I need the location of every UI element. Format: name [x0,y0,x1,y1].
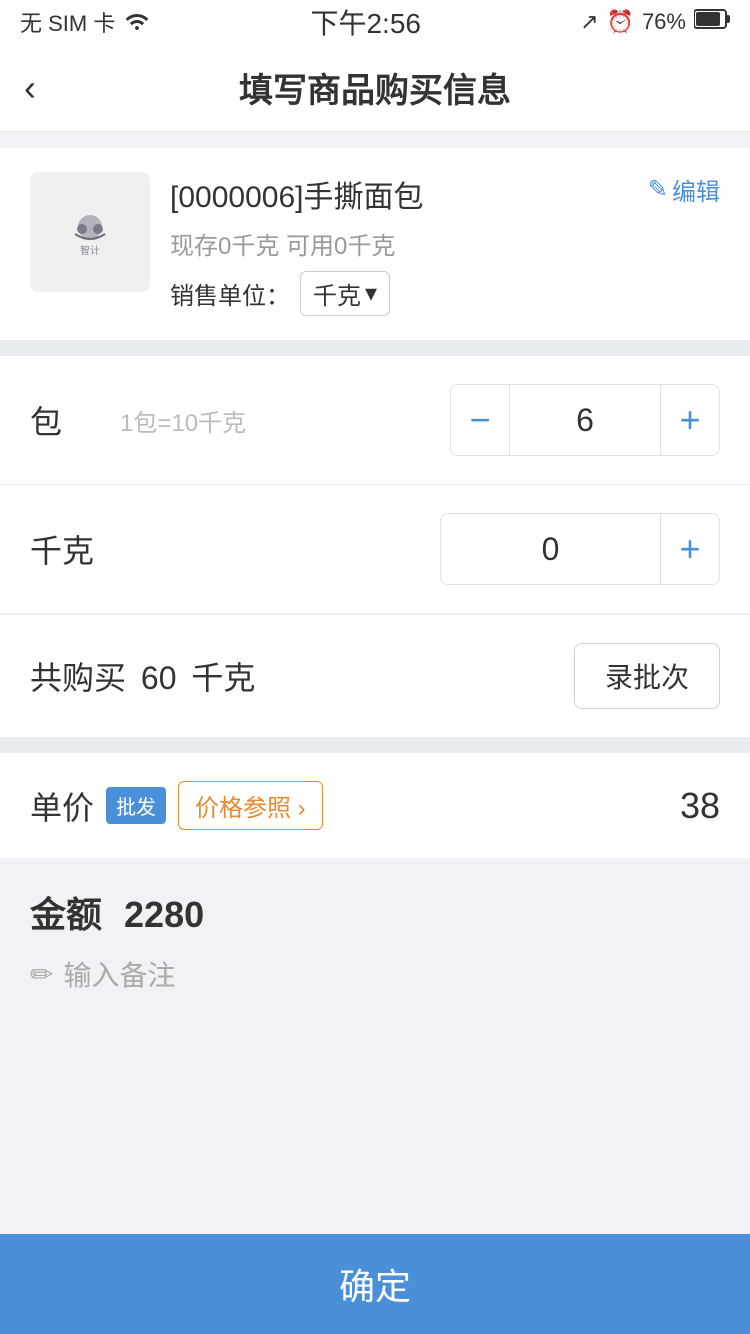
total-amount: 60 [141,660,177,696]
unit-select[interactable]: 千克 ▾ [300,271,390,316]
edit-icon: ✎ [648,175,668,204]
back-button[interactable]: ‹ [24,67,36,109]
pack-label: 包 [30,397,110,443]
status-right: ↗ ⏰ 76% [580,8,730,36]
note-row[interactable]: ✏ 输入备注 [30,954,720,994]
status-bar: 无 SIM 卡 下午2:56 ↗ ⏰ 76% [0,0,750,44]
status-left: 无 SIM 卡 [20,6,151,38]
pack-row: 包 1包=10千克 − + [0,356,750,485]
svg-text:智计: 智计 [80,244,100,257]
product-image: 智计 [30,172,150,292]
page-title: 填写商品购买信息 [239,63,511,112]
location-icon: ↗ [580,9,598,35]
alarm-icon: ⏰ [607,9,634,35]
status-time: 下午2:56 [310,2,421,42]
price-label: 单价 批发 价格参照 › [30,781,323,830]
total-text: 共购买 60 千克 [30,653,255,699]
amount-row: 金额 2280 [30,886,720,938]
confirm-button[interactable]: 确定 [0,1234,750,1334]
price-row: 单价 批发 价格参照 › 38 [30,781,720,830]
pencil-icon: ✏ [30,958,53,991]
kg-label: 千克 [30,526,110,572]
pack-hint: 1包=10千克 [120,403,450,438]
carrier-text: 无 SIM 卡 [20,6,115,38]
wifi-icon [123,8,151,36]
kg-row: 千克 + [0,485,750,614]
pack-quantity-input[interactable] [510,384,660,456]
edit-button[interactable]: ✎ 编辑 [648,172,720,207]
price-ref-button[interactable]: 价格参照 › [178,781,323,830]
battery-icon [694,8,730,36]
separator-2 [0,737,750,753]
total-row: 共购买 60 千克 录批次 [0,614,750,737]
dropdown-icon: ▾ [365,279,377,308]
kg-quantity-input[interactable] [440,513,660,585]
product-info: [0000006]手撕面包 现存0千克 可用0千克 销售单位： 千克 ▾ [170,172,720,316]
battery-text: 76% [642,9,686,35]
kg-quantity-control: + [440,513,720,585]
price-value: 38 [680,785,720,827]
pack-minus-button[interactable]: − [450,384,510,456]
kg-plus-button[interactable]: + [660,513,720,585]
batch-button[interactable]: 录批次 [574,643,720,709]
pack-plus-button[interactable]: + [660,384,720,456]
note-placeholder: 输入备注 [63,954,175,994]
product-stock: 现存0千克 可用0千克 [170,226,720,261]
amount-value: 2280 [124,894,204,935]
product-name: [0000006]手撕面包 [170,172,720,216]
product-unit: 销售单位： 千克 ▾ [170,271,720,316]
pack-quantity-control: − + [450,384,720,456]
batch-tag: 批发 [106,787,166,824]
input-section: 包 1包=10千克 − + 千克 + 共购买 60 千克 录批次 [0,356,750,737]
product-card: 智计 [0000006]手撕面包 现存0千克 可用0千克 销售单位： 千克 ▾ … [0,148,750,340]
separator-1 [0,340,750,356]
nav-bar: ‹ 填写商品购买信息 [0,44,750,132]
amount-section: 金额 2280 ✏ 输入备注 [0,858,750,1022]
price-section: 单价 批发 价格参照 › 38 [0,753,750,858]
